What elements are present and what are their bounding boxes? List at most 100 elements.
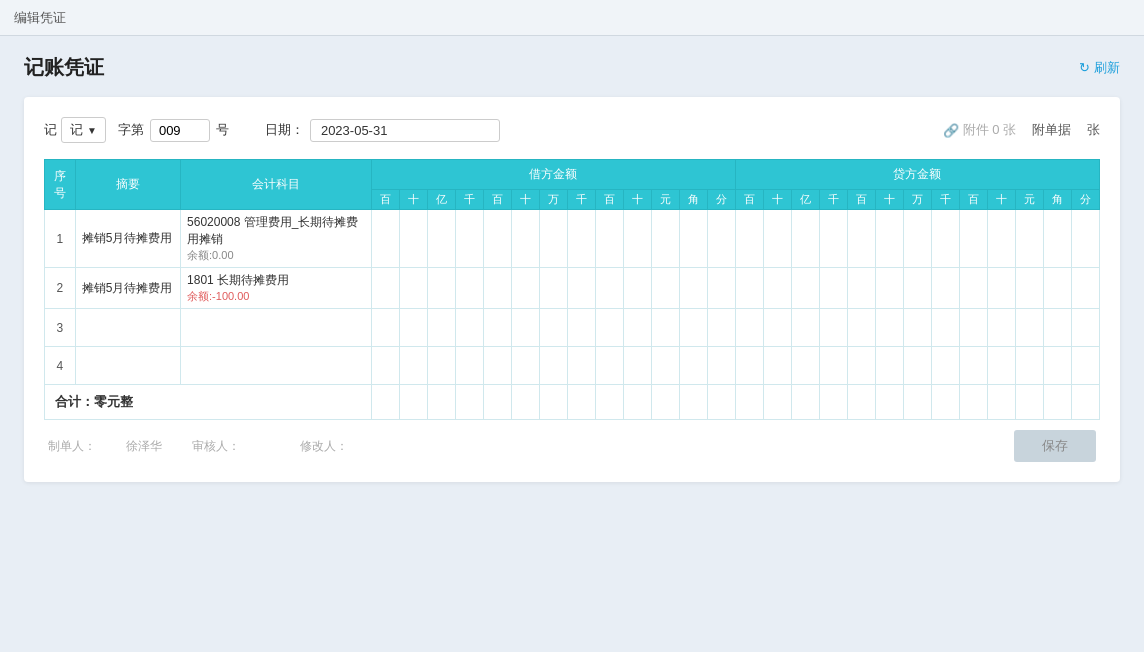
date-input[interactable]: [310, 119, 500, 142]
row1-account[interactable]: 56020008 管理费用_长期待摊费用摊销 余额:0.00: [181, 210, 372, 268]
row3-account[interactable]: [181, 309, 372, 347]
row2-debit-1[interactable]: [399, 268, 427, 309]
row1-credit-5[interactable]: [875, 210, 903, 268]
row2-debit-11[interactable]: [679, 268, 707, 309]
row2-debit-12[interactable]: [707, 268, 735, 309]
row1-debit-1[interactable]: [399, 210, 427, 268]
modifier-label: 修改人：: [300, 438, 348, 455]
row3-seq: 3: [45, 309, 76, 347]
row2-debit-2[interactable]: [427, 268, 455, 309]
row1-debit-6[interactable]: [539, 210, 567, 268]
attach-info[interactable]: 🔗 附件 0 张: [943, 121, 1016, 139]
row2-credit-6[interactable]: [903, 268, 931, 309]
row1-debit-10[interactable]: [651, 210, 679, 268]
row2-debit-10[interactable]: [651, 268, 679, 309]
ji-value: 记: [70, 121, 83, 139]
debit-sub-6: 万: [539, 190, 567, 210]
ji-select[interactable]: 记 记 ▼: [44, 117, 106, 143]
row2-debit-5[interactable]: [511, 268, 539, 309]
date-label: 日期：: [265, 121, 304, 139]
row4-account[interactable]: [181, 347, 372, 385]
total-label-cell: 合计：零元整: [45, 385, 372, 420]
row4-summary[interactable]: [75, 347, 180, 385]
row2-credit-4[interactable]: [847, 268, 875, 309]
debit-sub-5: 十: [511, 190, 539, 210]
row2-credit-8[interactable]: [959, 268, 987, 309]
row3-summary[interactable]: [75, 309, 180, 347]
row1-credit-6[interactable]: [903, 210, 931, 268]
row1-debit-3[interactable]: [455, 210, 483, 268]
row2-account[interactable]: 1801 长期待摊费用 余额:-100.00: [181, 268, 372, 309]
row1-debit-12[interactable]: [707, 210, 735, 268]
row2-credit-10[interactable]: [1015, 268, 1043, 309]
row1-credit-10[interactable]: [1015, 210, 1043, 268]
fudanju-label[interactable]: 附单据: [1032, 121, 1071, 139]
row2-summary[interactable]: 摊销5月待摊费用: [75, 268, 180, 309]
row1-credit-0[interactable]: [735, 210, 763, 268]
total-value: 零元整: [94, 394, 133, 409]
row1-debit-7[interactable]: [567, 210, 595, 268]
row2-debit-4[interactable]: [483, 268, 511, 309]
row1-credit-11[interactable]: [1043, 210, 1071, 268]
row2-debit-6[interactable]: [539, 268, 567, 309]
row1-credit-9[interactable]: [987, 210, 1015, 268]
debit-sub-10: 元: [651, 190, 679, 210]
credit-sub-12: 分: [1071, 190, 1099, 210]
debit-sub-3: 千: [455, 190, 483, 210]
row1-credit-1[interactable]: [763, 210, 791, 268]
ji-dropdown[interactable]: 记 ▼: [61, 117, 106, 143]
row2-credit-2[interactable]: [791, 268, 819, 309]
zi-label: 字第: [118, 121, 144, 139]
row2-credit-1[interactable]: [763, 268, 791, 309]
row2-debit-3[interactable]: [455, 268, 483, 309]
row1-summary[interactable]: 摊销5月待摊费用: [75, 210, 180, 268]
row1-debit-2[interactable]: [427, 210, 455, 268]
row2-credit-12[interactable]: [1071, 268, 1099, 309]
row1-credit-7[interactable]: [931, 210, 959, 268]
row1-debit-9[interactable]: [623, 210, 651, 268]
credit-sub-10: 元: [1015, 190, 1043, 210]
row2-debit-7[interactable]: [567, 268, 595, 309]
row1-credit-3[interactable]: [819, 210, 847, 268]
attach-label: 附件 0 张: [963, 121, 1016, 139]
row1-credit-8[interactable]: [959, 210, 987, 268]
zi-section: 字第 号: [118, 119, 229, 142]
row2-credit-11[interactable]: [1043, 268, 1071, 309]
row1-debit-11[interactable]: [679, 210, 707, 268]
row1-debit-4[interactable]: [483, 210, 511, 268]
auditor-label: 审核人：: [192, 438, 240, 455]
row1-debit-5[interactable]: [511, 210, 539, 268]
row2-credit-3[interactable]: [819, 268, 847, 309]
row2-credit-9[interactable]: [987, 268, 1015, 309]
row1-debit-0[interactable]: [371, 210, 399, 268]
page-title: 记账凭证: [24, 54, 104, 81]
row2-debit-0[interactable]: [371, 268, 399, 309]
row2-debit-8[interactable]: [595, 268, 623, 309]
save-button[interactable]: 保存: [1014, 430, 1096, 462]
row2-credit-7[interactable]: [931, 268, 959, 309]
credit-sub-0: 百: [735, 190, 763, 210]
creator-label: 制单人：: [48, 438, 96, 455]
footer-row: 制单人： 徐泽华 审核人： 修改人： 保存: [44, 420, 1100, 462]
form-card: 记 记 ▼ 字第 号 日期： 🔗 附件 0 张 附单据: [24, 97, 1120, 482]
refresh-button[interactable]: ↻ 刷新: [1079, 59, 1120, 77]
debit-sub-0: 百: [371, 190, 399, 210]
total-label: 合计：: [55, 394, 94, 409]
right-section: 🔗 附件 0 张 附单据 张: [943, 121, 1100, 139]
table-row: 3: [45, 309, 1100, 347]
row1-debit-8[interactable]: [595, 210, 623, 268]
row1-credit-4[interactable]: [847, 210, 875, 268]
row2-debit-9[interactable]: [623, 268, 651, 309]
date-section: 日期：: [265, 119, 500, 142]
th-summary: 摘要: [75, 160, 180, 210]
table-row: 1 摊销5月待摊费用 56020008 管理费用_长期待摊费用摊销 余额:0.0…: [45, 210, 1100, 268]
chevron-down-icon: ▼: [87, 125, 97, 136]
row2-credit-5[interactable]: [875, 268, 903, 309]
row1-credit-12[interactable]: [1071, 210, 1099, 268]
row2-credit-0[interactable]: [735, 268, 763, 309]
credit-sub-6: 万: [903, 190, 931, 210]
row1-credit-2[interactable]: [791, 210, 819, 268]
zi-input[interactable]: [150, 119, 210, 142]
table-row: 2 摊销5月待摊费用 1801 长期待摊费用 余额:-100.00: [45, 268, 1100, 309]
credit-sub-2: 亿: [791, 190, 819, 210]
